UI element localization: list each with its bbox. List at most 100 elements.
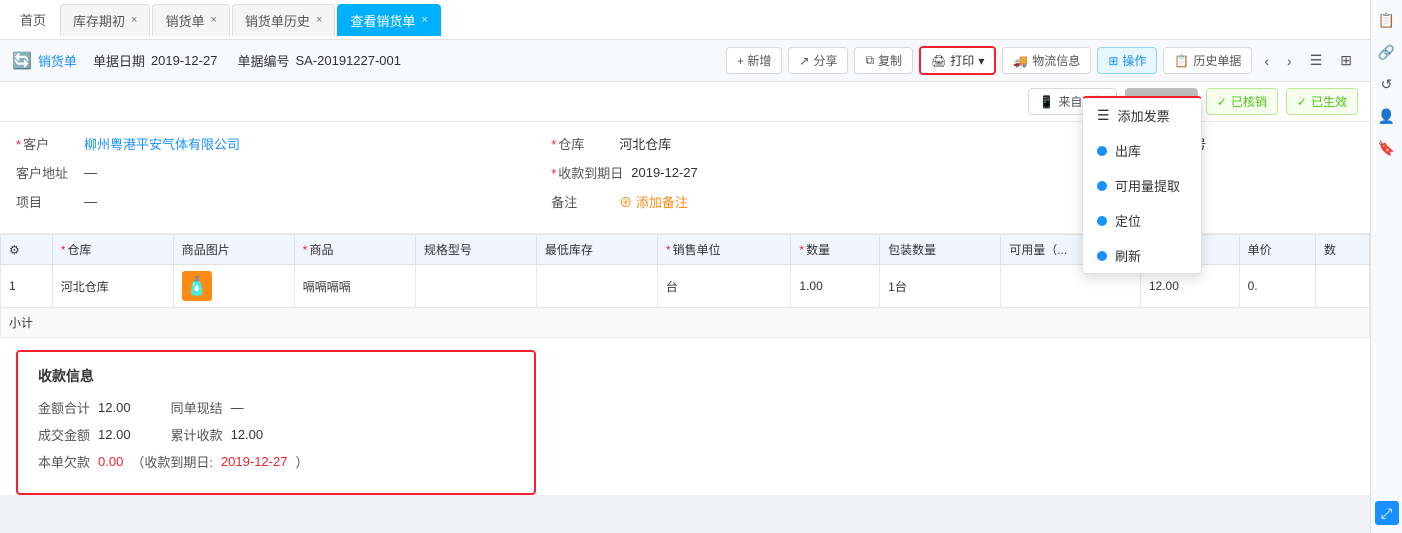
doc-type: 🔄 销货单: [12, 51, 77, 71]
print-icon: 🖨: [931, 54, 946, 68]
project-field: 项目 —: [16, 192, 284, 211]
right-panel: 📋 🔗 ↺ 👤 🔖 ⤢: [1370, 0, 1402, 533]
row-unit: 台: [657, 265, 790, 308]
doc-date-field: 单据日期 2019-12-27: [93, 51, 218, 70]
payment-row-3: 本单欠款 0.00 （收款到期日: 2019-12-27 ）: [38, 452, 514, 471]
deal-amount-field: 成交金额 12.00: [38, 425, 131, 444]
dropdown-available-qty[interactable]: 可用量提取: [1083, 168, 1201, 203]
add-note-btn[interactable]: ⊕ 添加备注: [619, 192, 688, 211]
note-field: 备注 ⊕ 添加备注: [551, 192, 819, 211]
due-amount-row: 本单欠款 0.00 （收款到期日: 2019-12-27 ）: [38, 452, 308, 471]
dropdown-outbound[interactable]: 出库: [1083, 133, 1201, 168]
doc-date-value: 2019-12-27: [151, 53, 218, 68]
warehouse-label: 仓库: [551, 134, 611, 153]
nav-next-btn[interactable]: ›: [1281, 49, 1298, 73]
panel-refresh-icon[interactable]: ↺: [1375, 72, 1399, 96]
panel-expand-icon[interactable]: ⤢: [1375, 501, 1399, 525]
panel-doc-icon[interactable]: 📋: [1375, 8, 1399, 32]
tab-sales-history[interactable]: 销货单历史 ×: [232, 4, 335, 36]
th-pack-qty: 包装数量: [880, 235, 1001, 265]
tab-inventory-label: 库存期初: [73, 11, 125, 30]
dropdown-locate[interactable]: 定位: [1083, 203, 1201, 238]
tab-sales[interactable]: 销货单 ×: [152, 4, 229, 36]
tab-sales-history-label: 销货单历史: [245, 11, 310, 30]
share-button[interactable]: ↗ 分享: [788, 47, 848, 74]
payment-date-label: 收款到期日: [551, 163, 623, 182]
deal-amount-label: 成交金额: [38, 425, 90, 444]
project-value: —: [84, 194, 97, 209]
payment-date-value: 2019-12-27: [631, 165, 698, 180]
customer-value[interactable]: 柳州粤港平安气体有限公司: [84, 134, 240, 153]
phone-icon: 📱: [1039, 95, 1054, 109]
payment-row-1: 金额合计 12.00 同单现结 —: [38, 398, 514, 417]
tab-sales-history-close[interactable]: ×: [316, 14, 322, 26]
print-button[interactable]: 🖨 打印 ▾: [919, 46, 996, 75]
row-more: [1315, 265, 1369, 308]
row-quantity: 1.00: [791, 265, 880, 308]
doc-number-label: 单据编号: [237, 51, 289, 70]
doc-number-value: SA-20191227-001: [295, 53, 401, 68]
doc-number-field: 单据编号 SA-20191227-001: [237, 51, 401, 70]
th-min-stock: 最低库存: [536, 235, 657, 265]
plus-icon: ⊕: [619, 195, 632, 210]
invoice-icon: ☰: [1097, 107, 1110, 124]
dropdown-add-invoice[interactable]: ☰ 添加发票: [1083, 98, 1201, 133]
check-icon: ✓: [1217, 95, 1227, 109]
panel-tag-icon[interactable]: 🔖: [1375, 136, 1399, 160]
dropdown-refresh[interactable]: 刷新: [1083, 238, 1201, 273]
view-list-icon[interactable]: ☰: [1304, 48, 1329, 73]
tab-inventory-close[interactable]: ×: [131, 14, 137, 26]
effected-icon: ✓: [1297, 95, 1307, 109]
effected-button[interactable]: ✓ 已生效: [1286, 88, 1358, 115]
operate-button[interactable]: ⊞ 操作: [1097, 47, 1157, 74]
tab-view-sales[interactable]: 查看销货单 ×: [337, 4, 440, 36]
cumulative-value: 12.00: [231, 427, 264, 442]
row-no: 1: [1, 265, 53, 308]
tab-sales-close[interactable]: ×: [210, 14, 216, 26]
customer-field: 客户 柳州粤港平安气体有限公司: [16, 134, 284, 153]
warehouse-value: 河北仓库: [619, 134, 671, 153]
th-unit: 销售单位: [657, 235, 790, 265]
th-unit-price: 单价: [1239, 235, 1315, 265]
due-note: （收款到期日:: [131, 452, 213, 471]
logistics-button[interactable]: 🚚 物流信息: [1002, 47, 1091, 74]
operate-icon: ⊞: [1108, 54, 1118, 68]
history-icon: 📋: [1174, 54, 1189, 68]
tab-inventory[interactable]: 库存期初 ×: [60, 4, 150, 36]
address-label: 客户地址: [16, 163, 76, 182]
row-unit-price: 0.: [1239, 265, 1315, 308]
doc-header: 🔄 销货单 单据日期 2019-12-27 单据编号 SA-20191227-0…: [0, 40, 1370, 82]
total-amount-value: 12.00: [98, 400, 131, 415]
subtotal-row: 小计: [1, 308, 1370, 338]
th-warehouse: 仓库: [52, 235, 173, 265]
history-button[interactable]: 📋 历史单据: [1163, 47, 1252, 74]
panel-user-icon[interactable]: 👤: [1375, 104, 1399, 128]
refresh-dot: [1097, 251, 1107, 261]
same-order-field: 同单现结 —: [171, 398, 244, 417]
th-settings[interactable]: ⚙: [1, 235, 53, 265]
share-icon: ↗: [799, 54, 809, 68]
th-product: 商品: [294, 235, 415, 265]
note-label: 备注: [551, 192, 611, 211]
doc-type-icon: 🔄: [12, 51, 32, 71]
panel-link-icon[interactable]: 🔗: [1375, 40, 1399, 64]
doc-actions: + 新增 ↗ 分享 ⧉ 复制 🖨 打印 ▾ 🚚 物流信息: [726, 46, 1358, 75]
new-button[interactable]: + 新增: [726, 47, 782, 74]
row-min-stock: [536, 265, 657, 308]
row-warehouse: 河北仓库: [52, 265, 173, 308]
view-grid-icon[interactable]: ⊞: [1334, 48, 1358, 73]
same-order-label: 同单现结: [171, 398, 223, 417]
doc-date-label: 单据日期: [93, 51, 145, 70]
nav-prev-btn[interactable]: ‹: [1258, 49, 1275, 73]
doc-type-label: 销货单: [38, 51, 77, 70]
tab-view-sales-close[interactable]: ×: [421, 14, 427, 26]
copy-icon: ⧉: [865, 53, 874, 68]
verified-button[interactable]: ✓ 已核销: [1206, 88, 1278, 115]
payment-box: 收款信息 金额合计 12.00 同单现结 — 成交金额 12.00 累计收款: [16, 350, 536, 495]
row-pack-qty: 1台: [880, 265, 1001, 308]
cumulative-label: 累计收款: [171, 425, 223, 444]
th-product-img: 商品图片: [173, 235, 294, 265]
copy-button[interactable]: ⧉ 复制: [854, 47, 913, 74]
tab-home[interactable]: 首页: [8, 10, 58, 29]
payment-title: 收款信息: [38, 366, 514, 386]
